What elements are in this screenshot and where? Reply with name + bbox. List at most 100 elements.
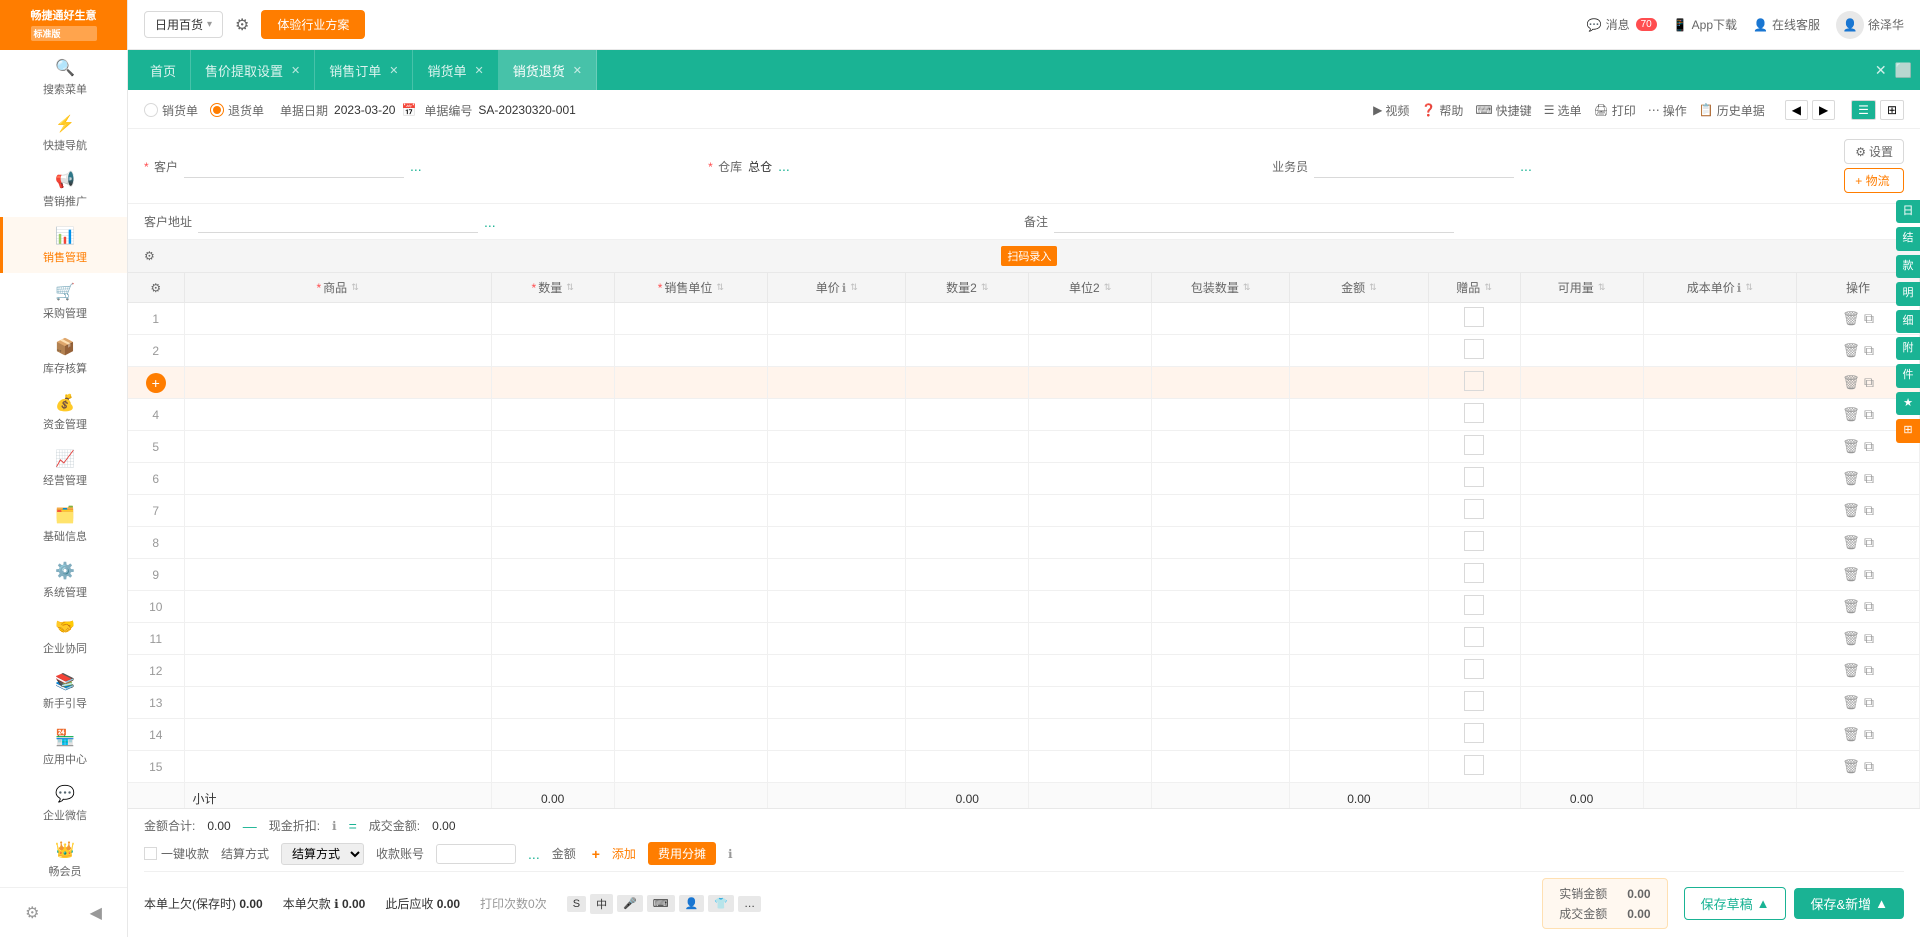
packageqty-sort-icon[interactable]: ⇅ [1243,282,1251,293]
mic-icon[interactable]: 🎤 [617,895,643,912]
float-btn-1[interactable]: 日 [1896,200,1920,223]
radio-sales[interactable]: 销货单 [144,102,198,119]
delete-row-icon[interactable]: 🗑 [1842,534,1860,551]
operation-action-btn[interactable]: ⋯ 操作 [1648,102,1687,119]
sidebar-item-operations[interactable]: 📈 经营管理 [0,441,127,497]
float-btn-5[interactable]: 细 [1896,310,1920,333]
person-icon[interactable]: 👤 [679,895,705,912]
radio-return[interactable]: 退货单 [210,102,264,119]
calendar-icon[interactable]: 📅 [401,103,416,117]
owe-info-icon[interactable]: ℹ [334,897,339,911]
grid-view-btn[interactable]: ⊞ [1880,100,1904,120]
copy-row-icon[interactable]: ⧉ [1864,566,1874,583]
tab-sales-order[interactable]: 销售订单 ✕ [315,50,413,90]
gift-checkbox[interactable] [1464,659,1484,679]
fee-split-button[interactable]: 费用分摊 [648,842,716,865]
copy-row-icon[interactable]: ⧉ [1864,406,1874,423]
copy-row-icon[interactable]: ⧉ [1864,630,1874,647]
settings-gear-icon[interactable]: ⚙ [235,15,249,35]
copy-row-icon[interactable]: ⧉ [1864,342,1874,359]
scan-input-button[interactable]: 扫码录入 [1001,246,1057,266]
next-record-btn[interactable]: ▶ [1812,100,1835,120]
tab-home[interactable]: 首页 [136,50,191,90]
sidebar-item-member[interactable]: 👑 畅会员 [0,831,127,887]
keyboard-small-icon[interactable]: ⌨ [647,895,675,912]
shirt-icon[interactable]: 👕 [708,895,734,912]
sidebar-item-shortcut[interactable]: ⚡ 快捷导航 [0,106,127,162]
qty2-sort-icon[interactable]: ⇅ [981,282,989,293]
account-dots-icon[interactable]: ... [528,846,540,862]
tab-sales-delivery[interactable]: 销货单 ✕ [413,50,498,90]
float-btn-grid[interactable]: ⊞ [1896,419,1920,442]
maximize-btn[interactable]: ⬜ [1895,62,1912,79]
delete-row-icon[interactable]: 🗑 [1842,374,1860,391]
sidebar-item-purchase[interactable]: 🛒 采购管理 [0,273,127,329]
gift-checkbox[interactable] [1464,403,1484,423]
float-btn-4[interactable]: 明 [1896,282,1920,305]
available-sort-icon[interactable]: ⇅ [1598,282,1606,293]
salesunit-sort-icon[interactable]: ⇅ [716,282,724,293]
tab-sales-return[interactable]: 销货退货 ✕ [499,50,597,90]
gift-checkbox[interactable] [1464,755,1484,775]
delete-row-icon[interactable]: 🗑 [1842,726,1860,743]
copy-row-icon[interactable]: ⧉ [1864,374,1874,391]
online-service-button[interactable]: 👤 在线客服 [1753,16,1820,33]
delete-row-icon[interactable]: 🗑 [1842,598,1860,615]
float-btn-star[interactable]: ★ [1896,392,1920,415]
goods-input-active[interactable] [193,376,483,390]
sidebar-item-system[interactable]: ⚙️ 系统管理 [0,552,127,608]
help-action-btn[interactable]: ❓ 帮助 [1421,102,1463,119]
copy-row-icon[interactable]: ⧉ [1864,598,1874,615]
fee-info-icon[interactable]: ℹ [728,847,733,861]
th-gear-icon[interactable]: ⚙ [150,281,161,295]
customer-input[interactable] [184,155,404,178]
unit-price-info-icon[interactable]: ℹ [842,281,847,295]
sidebar-item-sales[interactable]: 📊 销售管理 [0,217,127,273]
address-input[interactable] [198,210,478,233]
unitprice-sort-icon[interactable]: ⇅ [850,282,858,293]
copy-row-icon[interactable]: ⧉ [1864,438,1874,455]
delete-row-icon[interactable]: 🗑 [1842,470,1860,487]
delete-row-icon[interactable]: 🗑 [1842,758,1860,775]
delete-row-icon[interactable]: 🗑 [1842,502,1860,519]
logistics-side-btn[interactable]: + 物流 [1844,168,1904,193]
delete-row-icon[interactable]: 🗑 [1842,694,1860,711]
quick-receive-checkbox[interactable]: 一键收款 [144,845,209,862]
delete-row-icon[interactable]: 🗑 [1842,566,1860,583]
industry-select[interactable]: 日用百货 ▾ [144,11,223,38]
gift-checkbox[interactable] [1464,563,1484,583]
sidebar-item-marketing[interactable]: 📢 营销推广 [0,162,127,218]
gift-checkbox[interactable] [1464,339,1484,359]
subtract-icon[interactable]: — [243,818,257,834]
sidebar-item-search[interactable]: 🔍 搜索菜单 [0,50,127,106]
message-button[interactable]: 💬 消息 70 [1587,16,1657,33]
sidebar-item-guide[interactable]: 📚 新手引导 [0,664,127,720]
delete-row-icon[interactable]: 🗑 [1842,662,1860,679]
sidebar-item-finance[interactable]: 💰 资金管理 [0,385,127,441]
gift-checkbox[interactable] [1464,595,1484,615]
quick-receive-check[interactable] [144,847,157,860]
sidebar-item-wechat[interactable]: 💬 企业微信 [0,776,127,832]
prev-record-btn[interactable]: ◀ [1785,100,1808,120]
delete-row-icon[interactable]: 🗑 [1842,406,1860,423]
list-view-btn[interactable]: ☰ [1851,100,1876,120]
gift-sort-icon[interactable]: ⇅ [1484,282,1492,293]
delete-row-icon[interactable]: 🗑 [1842,438,1860,455]
select-action-btn[interactable]: ☰ 选单 [1544,102,1582,119]
goods-sort-icon[interactable]: ⇅ [351,282,359,293]
shortcut-action-btn[interactable]: ⌨ 快捷键 [1475,102,1531,119]
settings-bottom-icon[interactable]: ⚙ [25,903,39,923]
copy-row-icon[interactable]: ⧉ [1864,662,1874,679]
gift-checkbox[interactable] [1464,627,1484,647]
doc-date-value[interactable]: 2023-03-20 [334,103,395,117]
cash-discount-info-icon[interactable]: ℹ [332,819,337,833]
remark-input[interactable] [1054,210,1454,233]
salesperson-select-icon[interactable]: ... [1520,158,1532,174]
gift-checkbox[interactable] [1464,467,1484,487]
copy-row-icon[interactable]: ⧉ [1864,310,1874,327]
copy-row-icon[interactable]: ⧉ [1864,758,1874,775]
copy-row-icon[interactable]: ⧉ [1864,470,1874,487]
more-icon[interactable]: … [738,896,761,912]
close-tab-btn[interactable]: ✕ [1875,62,1887,79]
tab-close-icon[interactable]: ✕ [475,64,484,77]
